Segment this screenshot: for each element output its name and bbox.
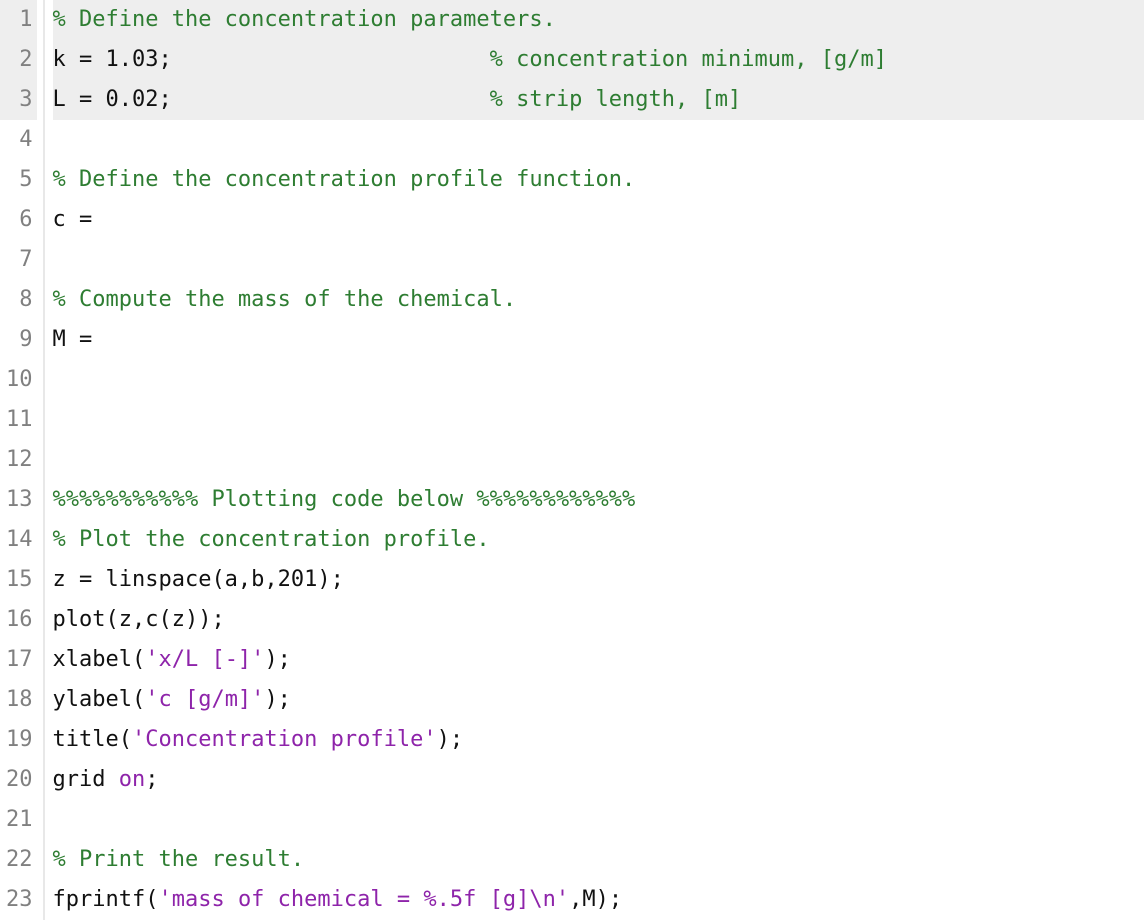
code-token: L = 0.02; <box>53 87 490 112</box>
code-token: grid <box>53 767 119 792</box>
line-number: 8 <box>0 280 37 320</box>
code-token: %%%%%%%%%%% Plotting code below %%%%%%%%… <box>53 487 636 512</box>
code-token: c = <box>53 207 106 232</box>
line-number: 5 <box>0 160 37 200</box>
code-token: ; <box>145 767 158 792</box>
code-line[interactable]: k = 1.03; % concentration minimum, [g/m] <box>53 40 1144 80</box>
line-number: 6 <box>0 200 37 240</box>
line-number: 20 <box>0 760 37 800</box>
code-area[interactable]: % Define the concentration parameters. k … <box>45 0 1144 920</box>
code-token: xlabel( <box>53 647 146 672</box>
code-token: ylabel( <box>53 687 146 712</box>
code-line[interactable]: % Print the result. <box>53 840 1144 880</box>
line-number: 23 <box>0 880 37 920</box>
line-number: 1 <box>0 0 37 40</box>
code-line[interactable]: % Plot the concentration profile. <box>53 520 1144 560</box>
code-token: % Print the result. <box>53 847 305 872</box>
code-line[interactable]: %%%%%%%%%%% Plotting code below %%%%%%%%… <box>53 480 1144 520</box>
line-number: 21 <box>0 800 37 840</box>
code-line[interactable]: fprintf('mass of chemical = %.5f [g]\n',… <box>53 880 1144 920</box>
code-token: % Compute the mass of the chemical. <box>53 287 517 312</box>
code-line[interactable]: % Define the concentration parameters. <box>53 0 1144 40</box>
code-line[interactable] <box>53 800 1144 840</box>
line-number: 9 <box>0 320 37 360</box>
code-token: 'Concentration profile' <box>132 727 437 752</box>
code-line[interactable]: M = <box>53 320 1144 360</box>
line-number: 13 <box>0 480 37 520</box>
code-token: M = <box>53 327 106 352</box>
code-token: z = linspace(a,b,201); <box>53 567 344 592</box>
code-token: 'c [g/m]' <box>145 687 264 712</box>
code-token: ); <box>264 687 291 712</box>
code-token: % strip length, [m] <box>490 87 742 112</box>
code-line[interactable] <box>53 240 1144 280</box>
line-number: 7 <box>0 240 37 280</box>
code-line[interactable]: grid on; <box>53 760 1144 800</box>
code-token: 'x/L [-]' <box>145 647 264 672</box>
line-number: 4 <box>0 120 37 160</box>
code-token: ); <box>437 727 464 752</box>
code-line[interactable]: title('Concentration profile'); <box>53 720 1144 760</box>
code-token: ); <box>264 647 291 672</box>
line-number: 14 <box>0 520 37 560</box>
line-number: 15 <box>0 560 37 600</box>
code-line[interactable]: % Compute the mass of the chemical. <box>53 280 1144 320</box>
code-editor[interactable]: 1234567891011121314151617181920212223 % … <box>0 0 1144 920</box>
code-line[interactable]: plot(z,c(z)); <box>53 600 1144 640</box>
line-number: 18 <box>0 680 37 720</box>
line-number: 10 <box>0 360 37 400</box>
code-line[interactable]: % Define the concentration profile funct… <box>53 160 1144 200</box>
code-token: title( <box>53 727 132 752</box>
code-token: 'mass of chemical = %.5f [g]\n' <box>158 887 569 912</box>
code-token: ,M); <box>569 887 622 912</box>
code-line[interactable]: c = <box>53 200 1144 240</box>
line-number: 22 <box>0 840 37 880</box>
code-token: % Plot the concentration profile. <box>53 527 490 552</box>
code-token: plot(z,c(z)); <box>53 607 225 632</box>
line-number: 11 <box>0 400 37 440</box>
line-number: 17 <box>0 640 37 680</box>
code-line[interactable] <box>53 440 1144 480</box>
code-line[interactable] <box>53 400 1144 440</box>
line-number: 3 <box>0 80 37 120</box>
code-token: on <box>119 767 146 792</box>
line-number: 2 <box>0 40 37 80</box>
line-number: 16 <box>0 600 37 640</box>
code-token: k = 1.03; <box>53 47 490 72</box>
code-token: % concentration minimum, [g/m] <box>490 47 887 72</box>
code-token: % Define the concentration parameters. <box>53 7 556 32</box>
code-line[interactable]: z = linspace(a,b,201); <box>53 560 1144 600</box>
code-line[interactable]: ylabel('c [g/m]'); <box>53 680 1144 720</box>
code-line[interactable] <box>53 360 1144 400</box>
code-token: % Define the concentration profile funct… <box>53 167 636 192</box>
line-number: 19 <box>0 720 37 760</box>
line-number: 12 <box>0 440 37 480</box>
line-number-gutter: 1234567891011121314151617181920212223 <box>0 0 45 920</box>
code-line[interactable] <box>53 120 1144 160</box>
code-line[interactable]: L = 0.02; % strip length, [m] <box>53 80 1144 120</box>
code-token: fprintf( <box>53 887 159 912</box>
code-line[interactable]: xlabel('x/L [-]'); <box>53 640 1144 680</box>
